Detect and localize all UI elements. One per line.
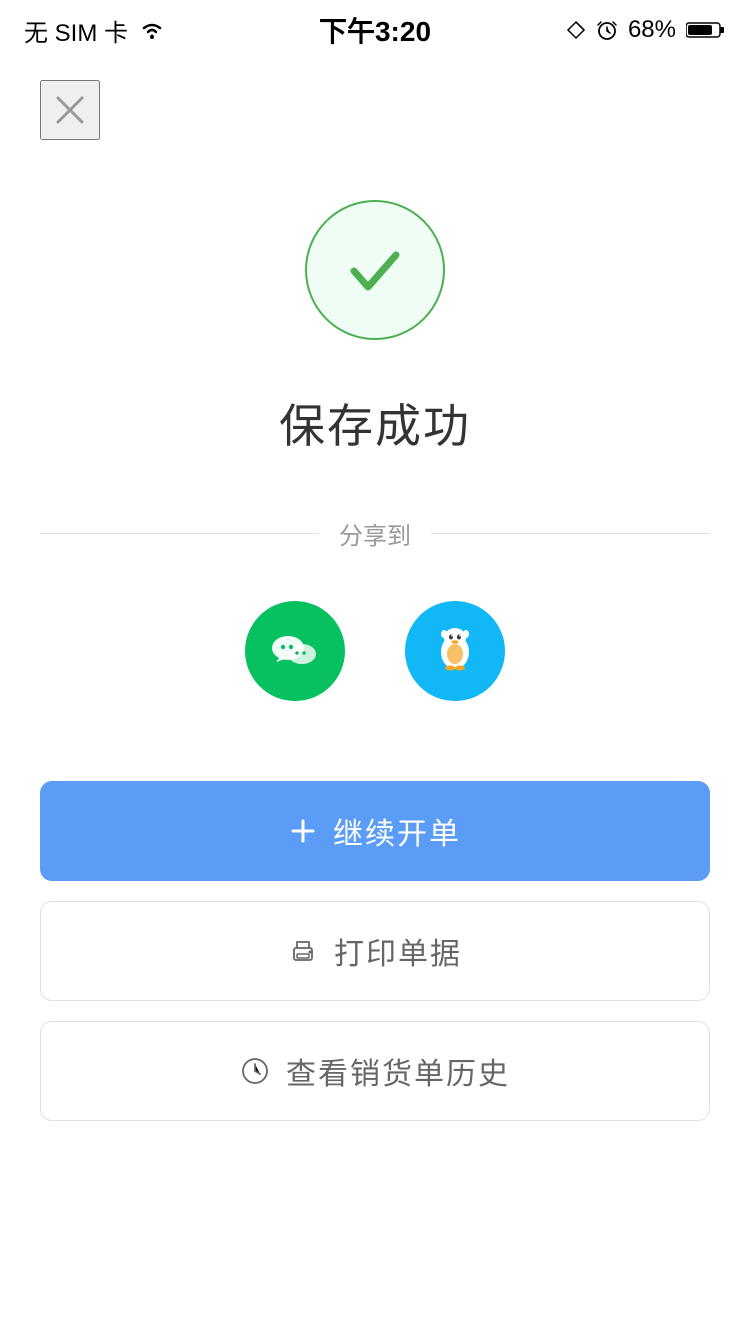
print-icon [288, 936, 318, 966]
share-section: 分享到 [40, 516, 710, 701]
success-circle [305, 200, 445, 340]
continue-label: 继续开单 [333, 809, 461, 853]
wechat-icon [266, 622, 324, 680]
print-button[interactable]: 打印单据 [40, 901, 710, 1001]
close-button[interactable] [40, 80, 100, 140]
qq-share-button[interactable] [405, 601, 505, 701]
qq-icon [426, 622, 484, 680]
divider-left [40, 533, 319, 534]
no-sim-text: 无 SIM 卡 [24, 13, 128, 48]
share-label: 分享到 [339, 516, 411, 551]
status-time: 下午3:20 [319, 10, 431, 50]
success-title: 保存成功 [279, 390, 471, 456]
location-icon [566, 20, 586, 40]
print-label: 打印单据 [334, 929, 462, 973]
history-icon [240, 1056, 270, 1086]
action-buttons: 继续开单 打印单据 查看销货单历史 [40, 781, 710, 1121]
battery-icon [686, 20, 726, 40]
history-label: 查看销货单历史 [286, 1049, 510, 1093]
history-button[interactable]: 查看销货单历史 [40, 1021, 710, 1121]
status-left: 无 SIM 卡 [24, 13, 166, 48]
continue-button[interactable]: 继续开单 [40, 781, 710, 881]
wifi-icon [138, 20, 166, 40]
share-icons [40, 601, 710, 701]
wechat-share-button[interactable] [245, 601, 345, 701]
battery-percent: 68% [628, 16, 676, 44]
plus-icon [289, 817, 317, 845]
share-divider: 分享到 [40, 516, 710, 551]
divider-right [431, 533, 710, 534]
status-right: 68% [566, 16, 726, 44]
main-content: 保存成功 分享到 [0, 80, 750, 1121]
alarm-icon [596, 19, 618, 41]
status-bar: 无 SIM 卡 下午3:20 68% [0, 0, 750, 60]
close-icon [52, 92, 88, 128]
checkmark-icon [340, 235, 410, 305]
success-section: 保存成功 [40, 200, 710, 456]
